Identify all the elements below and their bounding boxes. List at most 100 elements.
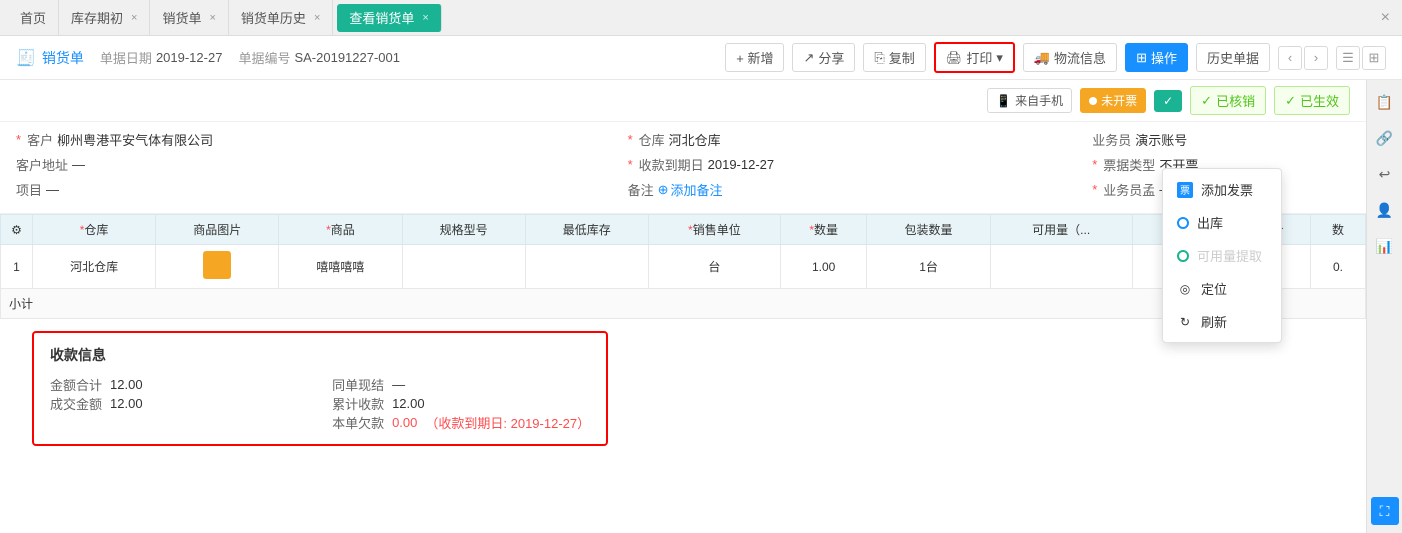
available-cell <box>990 245 1132 289</box>
tab-bar: 首页 库存期初 × 销货单 × 销货单历史 × 查看销货单 × × <box>0 0 1402 36</box>
check-icon: ✓ <box>1163 94 1173 108</box>
history-button[interactable]: 历史单据 <box>1196 43 1270 72</box>
next-arrow[interactable]: › <box>1304 46 1328 70</box>
sales-order-icon: 🧾 <box>16 48 36 68</box>
spec-col-header: 规格型号 <box>402 215 525 245</box>
sidebar-icon-3[interactable]: ↩ <box>1371 160 1399 188</box>
pack-qty-col-header: 包装数量 <box>867 215 990 245</box>
cancelled-badge[interactable]: ✓ 已核销 <box>1190 86 1266 115</box>
operations-button[interactable]: ⊞ 操作 <box>1125 43 1188 72</box>
right-sidebar: 📋 🔗 ↩ 👤 📊 ⛶ <box>1366 80 1402 533</box>
new-button[interactable]: + 新增 <box>725 43 784 72</box>
share-button[interactable]: ↗ 分享 <box>792 43 855 72</box>
confirm-button[interactable]: ✓ <box>1154 90 1182 112</box>
effective-badge[interactable]: ✓ 已生效 <box>1274 86 1350 115</box>
global-close-button[interactable]: × <box>1381 9 1390 27</box>
tab-home[interactable]: 首页 <box>8 0 59 35</box>
staff2-required: * <box>1092 182 1097 197</box>
project-field: 项目 — <box>16 180 604 199</box>
from-phone-button[interactable]: 📱 来自手机 <box>987 88 1072 113</box>
min-stock-col-header: 最低库存 <box>525 215 648 245</box>
logistics-icon: 🚚 <box>1034 50 1050 66</box>
outbound-icon <box>1177 217 1189 229</box>
not-opened-dot <box>1089 97 1097 105</box>
close-sales-order[interactable]: × <box>209 12 215 24</box>
warehouse-col-header: *仓库 <box>33 215 156 245</box>
grid-view-icon[interactable]: ⊞ <box>1362 46 1386 70</box>
number-label: 单据编号 SA-20191227-001 <box>238 48 400 67</box>
locate-item[interactable]: ◎ 定位 <box>1163 272 1281 305</box>
available-col-header: 可用量（... <box>990 215 1132 245</box>
refresh-icon: ↻ <box>1177 314 1193 330</box>
doc-title-area: 🧾 销货单 <box>16 48 84 68</box>
product-cell: 嘻嘻嘻嘻 <box>279 245 402 289</box>
print-dropdown-arrow: ▾ <box>996 50 1003 66</box>
available-qty-item[interactable]: 可用量提取 <box>1163 239 1281 272</box>
sidebar-icon-1[interactable]: 📋 <box>1371 88 1399 116</box>
prev-arrow[interactable]: ‹ <box>1278 46 1302 70</box>
image-col-header: 商品图片 <box>156 215 279 245</box>
sidebar-icon-5[interactable]: 📊 <box>1371 232 1399 260</box>
form-row-1: * 客户 柳州粤港平安气体有限公司 * 仓库 河北仓库 业务员 演示账号 <box>16 130 1386 149</box>
tab-view-sales[interactable]: 查看销货单 × <box>337 4 441 32</box>
close-view-sales[interactable]: × <box>422 12 428 24</box>
doc-meta: 单据日期 2019-12-27 单据编号 SA-20191227-001 <box>100 48 400 67</box>
spec-cell <box>402 245 525 289</box>
payment-title: 收款信息 <box>50 345 590 365</box>
copy-icon: ⎘ <box>874 50 884 66</box>
sidebar-icon-4[interactable]: 👤 <box>1371 196 1399 224</box>
print-button[interactable]: 🖨 打印 ▾ <box>934 42 1015 73</box>
available-qty-icon <box>1177 250 1189 262</box>
subtotal-label-cell: 小计 <box>1 289 1366 319</box>
settings-col-header[interactable]: ⚙ <box>1 215 33 245</box>
sales-unit-col-header: *销售单位 <box>648 215 780 245</box>
logistics-button[interactable]: 🚚 物流信息 <box>1023 43 1117 72</box>
list-view-icon[interactable]: ☰ <box>1336 46 1360 70</box>
tab-inventory-init[interactable]: 库存期初 × <box>59 0 150 35</box>
close-sales-history[interactable]: × <box>314 12 320 24</box>
copy-button[interactable]: ⎘ 复制 <box>863 43 925 72</box>
operations-icon: ⊞ <box>1136 50 1147 66</box>
share-icon: ↗ <box>803 50 814 66</box>
operations-dropdown: 票 添加发票 出库 可用量提取 ◎ 定位 ↻ 刷新 <box>1162 168 1282 343</box>
close-inventory-init[interactable]: × <box>131 12 137 24</box>
staff-field: 业务员 演示账号 <box>1092 130 1386 149</box>
outbound-item[interactable]: 出库 <box>1163 206 1281 239</box>
add-invoice-item[interactable]: 票 添加发票 <box>1163 173 1281 206</box>
payment-info-box: 收款信息 金额合计 12.00 成交金额 12.00 同单现结 — <box>32 331 608 446</box>
warehouse-field: * 仓库 河北仓库 <box>628 130 1069 149</box>
seq-cell: 1 <box>1 245 33 289</box>
doc-actions: + 新增 ↗ 分享 ⎘ 复制 🖨 打印 ▾ 🚚 物流信息 ⊞ 操作 历史单据 ‹… <box>725 42 1386 73</box>
same-order-row: 同单现结 — <box>332 375 590 394</box>
product-col-header: *商品 <box>279 215 402 245</box>
quantity-col-header: *数量 <box>780 215 867 245</box>
pack-qty-cell: 1台 <box>867 245 990 289</box>
image-cell <box>156 245 279 289</box>
ticket-required: * <box>1092 157 1097 172</box>
deal-amount-row: 成交金额 12.00 <box>50 394 308 413</box>
warehouse-required: * <box>628 132 633 147</box>
overdue-row: 本单欠款 0.00 （收款到期日: 2019-12-27） <box>332 413 590 432</box>
document-header: 🧾 销货单 单据日期 2019-12-27 单据编号 SA-20191227-0… <box>0 36 1402 80</box>
check-circle-icon2: ✓ <box>1285 93 1296 109</box>
date-label: 单据日期 2019-12-27 <box>100 48 223 67</box>
sidebar-expand-icon[interactable]: ⛶ <box>1371 497 1399 525</box>
subtotal-row: 小计 <box>1 289 1366 319</box>
sales-unit-cell: 台 <box>648 245 780 289</box>
print-icon: 🖨 <box>946 50 963 66</box>
sidebar-icon-2[interactable]: 🔗 <box>1371 124 1399 152</box>
amount-cell: 0. <box>1310 245 1365 289</box>
tab-sales-history[interactable]: 销货单历史 × <box>229 0 333 35</box>
min-stock-cell <box>525 245 648 289</box>
cumulative-row: 累计收款 12.00 <box>332 394 590 413</box>
add-note-button[interactable]: ⊕ 添加备注 <box>658 180 723 199</box>
doc-title-text: 销货单 <box>42 48 84 68</box>
table-row: 1 河北仓库 嘻嘻嘻嘻 台 1.00 1台 12.00 0. <box>1 245 1366 289</box>
not-opened-button[interactable]: 未开票 <box>1080 88 1146 113</box>
refresh-item[interactable]: ↻ 刷新 <box>1163 305 1281 338</box>
product-image <box>203 251 231 279</box>
customer-required: * <box>16 132 21 147</box>
invoice-icon: 票 <box>1177 182 1193 198</box>
tab-sales-order[interactable]: 销货单 × <box>150 0 228 35</box>
payment-date-required: * <box>628 157 633 172</box>
